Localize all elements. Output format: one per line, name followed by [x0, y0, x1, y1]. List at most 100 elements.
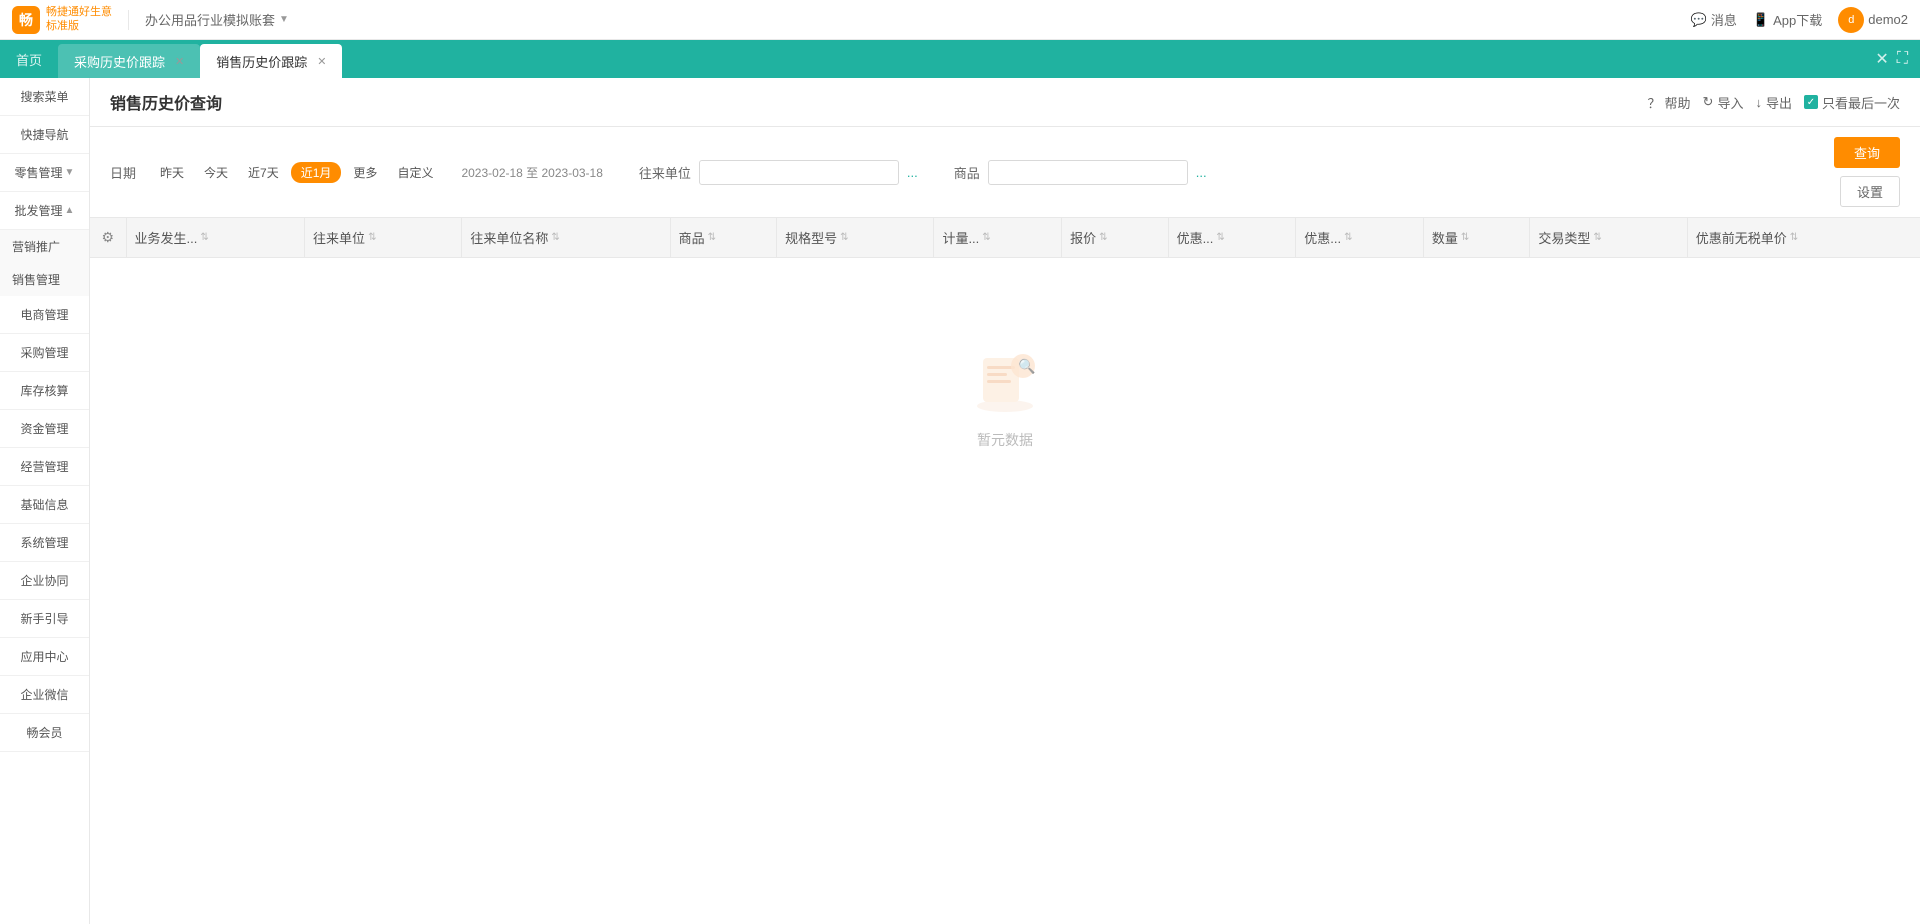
product-filter-dots[interactable]: ... — [1196, 165, 1207, 180]
date-option-yesterday[interactable]: 昨天 — [152, 162, 192, 183]
table-col-biz-date[interactable]: 业务发生... ⇅ — [126, 218, 305, 258]
tab-home[interactable]: 首页 — [0, 40, 58, 78]
counterpart-filter-group: 往来单位 ... — [639, 160, 918, 185]
tab-purchase-history[interactable]: 采购历史价跟踪 ✕ — [58, 44, 200, 78]
sidebar-item-basic-info[interactable]: 基础信息 — [0, 486, 89, 524]
date-filter-label: 日期 — [110, 163, 136, 182]
logo-icon: 畅 — [12, 6, 40, 34]
help-button[interactable]: ？ 帮助 — [1648, 93, 1691, 112]
table-settings-th[interactable]: ⚙ — [90, 218, 126, 258]
only-last-checkbox[interactable]: ✓ — [1804, 95, 1818, 109]
sidebar-item-purchase-mgmt[interactable]: 采购管理 — [0, 334, 89, 372]
sidebar-item-wholesale-mgmt[interactable]: 批发管理 ▲ — [0, 192, 89, 230]
only-last-label: 只看最后一次 — [1822, 93, 1900, 112]
table-col-discount2[interactable]: 优惠... ⇅ — [1296, 218, 1424, 258]
table-col-unit[interactable]: 计量... ⇅ — [934, 218, 1062, 258]
top-bar-right: 💬 消息 📱 App下载 d demo2 — [1691, 7, 1908, 33]
tab-purchase-history-close-icon[interactable]: ✕ — [175, 55, 184, 68]
sidebar-wholesale-mgmt-label: 批发管理 — [15, 202, 63, 219]
setting-button[interactable]: 设置 — [1840, 176, 1900, 207]
filter-bar: 日期 昨天 今天 近7天 近1月 更多 自定义 2023-02-18 至 202… — [90, 127, 1920, 218]
tab-expand-icon[interactable]: ⛶ — [1897, 50, 1908, 68]
sidebar-item-enterprise-wechat[interactable]: 企业微信 — [0, 676, 89, 714]
table-col-discount1[interactable]: 优惠... ⇅ — [1168, 218, 1296, 258]
table-header-row: ⚙ 业务发生... ⇅ 往来单位 ⇅ — [90, 218, 1920, 258]
data-table: ⚙ 业务发生... ⇅ 往来单位 ⇅ — [90, 218, 1920, 258]
date-option-last1m[interactable]: 近1月 — [291, 162, 342, 183]
sidebar-item-marketing[interactable]: 营销推广 — [0, 230, 89, 263]
date-option-more[interactable]: 更多 — [345, 162, 385, 183]
tab-bar: 首页 采购历史价跟踪 ✕ 销售历史价跟踪 ✕ ✕ ⛶ — [0, 40, 1920, 78]
tab-sales-history[interactable]: 销售历史价跟踪 ✕ — [200, 44, 342, 78]
table-col-counterpart-name[interactable]: 往来单位名称 ⇅ — [462, 218, 670, 258]
sidebar-item-app-center[interactable]: 应用中心 — [0, 638, 89, 676]
message-button[interactable]: 💬 消息 — [1691, 10, 1737, 29]
counterpart-filter-label: 往来单位 — [639, 163, 691, 182]
sort-icon-counterpart-code: ⇅ — [368, 232, 376, 243]
sidebar-item-inventory[interactable]: 库存核算 — [0, 372, 89, 410]
table-container: ⚙ 业务发生... ⇅ 往来单位 ⇅ — [90, 218, 1920, 924]
tab-home-label: 首页 — [16, 50, 42, 69]
main-layout: 搜索菜单 快捷导航 零售管理 ▼ 批发管理 ▲ 营销推广 销售管理 电商管理 采… — [0, 78, 1920, 924]
export-icon: ↓ — [1755, 95, 1762, 110]
empty-state-icon: 🔍 — [965, 338, 1045, 418]
app-download-button[interactable]: 📱 App下载 — [1753, 10, 1822, 29]
tab-bar-right: ✕ ⛶ — [1875, 49, 1920, 69]
user-area[interactable]: d demo2 — [1838, 7, 1908, 33]
import-button[interactable]: ↻ 导入 — [1703, 93, 1744, 112]
sidebar-item-finance-mgmt[interactable]: 资金管理 — [0, 410, 89, 448]
sidebar-item-quick-nav[interactable]: 快捷导航 — [0, 116, 89, 154]
logo-text: 畅捷通好生意 标准版 — [46, 6, 112, 32]
sidebar-item-operation-mgmt[interactable]: 经营管理 — [0, 448, 89, 486]
sidebar-item-sales-mgmt[interactable]: 销售管理 — [0, 263, 89, 296]
sidebar-quick-nav-label: 快捷导航 — [20, 126, 68, 143]
table-col-quote[interactable]: 报价 ⇅ — [1062, 218, 1168, 258]
table-col-product[interactable]: 商品 ⇅ — [670, 218, 776, 258]
sidebar: 搜索菜单 快捷导航 零售管理 ▼ 批发管理 ▲ 营销推广 销售管理 电商管理 采… — [0, 78, 90, 924]
date-option-custom[interactable]: 自定义 — [389, 162, 441, 183]
table-col-pre-tax-price[interactable]: 优惠前无税单价 ⇅ — [1687, 218, 1920, 258]
counterpart-filter-dots[interactable]: ... — [907, 165, 918, 180]
top-bar: 畅 畅捷通好生意 标准版 办公用品行业模拟账套 ▼ 💬 消息 📱 App下载 d… — [0, 0, 1920, 40]
product-filter-input[interactable] — [988, 160, 1188, 185]
sort-icon-discount1: ⇅ — [1216, 232, 1224, 243]
table-col-trade-type[interactable]: 交易类型 ⇅ — [1530, 218, 1687, 258]
empty-state-text: 暂元数据 — [977, 430, 1033, 450]
sort-icon-unit: ⇅ — [982, 232, 990, 243]
table-settings-icon[interactable]: ⚙ — [101, 229, 114, 245]
content-area: 销售历史价查询 ？ 帮助 ↻ 导入 ↓ 导出 ✓ 只看最后一次 — [90, 78, 1920, 924]
sidebar-item-retail-mgmt[interactable]: 零售管理 ▼ — [0, 154, 89, 192]
sidebar-item-vip-member[interactable]: 畅会员 — [0, 714, 89, 752]
product-filter-group: 商品 ... — [954, 160, 1207, 185]
tab-sales-history-close-icon[interactable]: ✕ — [317, 55, 326, 68]
table-col-spec[interactable]: 规格型号 ⇅ — [777, 218, 934, 258]
export-button[interactable]: ↓ 导出 — [1755, 93, 1792, 112]
workspace-selector[interactable]: 办公用品行业模拟账套 ▼ — [145, 10, 289, 29]
counterpart-filter-input[interactable] — [699, 160, 899, 185]
date-option-last7[interactable]: 近7天 — [240, 162, 287, 183]
svg-text:🔍: 🔍 — [1018, 357, 1035, 375]
import-icon: ↻ — [1703, 94, 1714, 110]
tab-sales-history-label: 销售历史价跟踪 — [216, 52, 307, 71]
table-col-quantity[interactable]: 数量 ⇅ — [1423, 218, 1529, 258]
only-last-checkbox-area[interactable]: ✓ 只看最后一次 — [1804, 93, 1900, 112]
sort-icon-quote: ⇅ — [1099, 232, 1107, 243]
sort-icon-product: ⇅ — [708, 232, 716, 243]
sidebar-wholesale-mgmt-arrow-icon: ▲ — [65, 205, 75, 216]
date-range-display: 2023-02-18 至 2023-03-18 — [461, 164, 602, 181]
sidebar-item-enterprise-coop[interactable]: 企业协同 — [0, 562, 89, 600]
tab-close-all-icon[interactable]: ✕ — [1875, 49, 1888, 69]
date-option-today[interactable]: 今天 — [196, 162, 236, 183]
sidebar-item-search-menu[interactable]: 搜索菜单 — [0, 78, 89, 116]
sidebar-item-beginner-guide[interactable]: 新手引导 — [0, 600, 89, 638]
sidebar-item-system-mgmt[interactable]: 系统管理 — [0, 524, 89, 562]
query-button[interactable]: 查询 — [1834, 137, 1900, 168]
sidebar-item-ecommerce-mgmt[interactable]: 电商管理 — [0, 296, 89, 334]
sort-icon-discount2: ⇅ — [1344, 232, 1352, 243]
sort-icon-counterpart-name: ⇅ — [551, 232, 559, 243]
table-col-counterpart-code[interactable]: 往来单位 ⇅ — [305, 218, 462, 258]
page-header-actions: ？ 帮助 ↻ 导入 ↓ 导出 ✓ 只看最后一次 — [1648, 93, 1900, 112]
top-bar-left: 畅 畅捷通好生意 标准版 办公用品行业模拟账套 ▼ — [12, 6, 289, 34]
sidebar-retail-mgmt-label: 零售管理 — [15, 164, 63, 181]
sort-icon-spec: ⇅ — [840, 232, 848, 243]
